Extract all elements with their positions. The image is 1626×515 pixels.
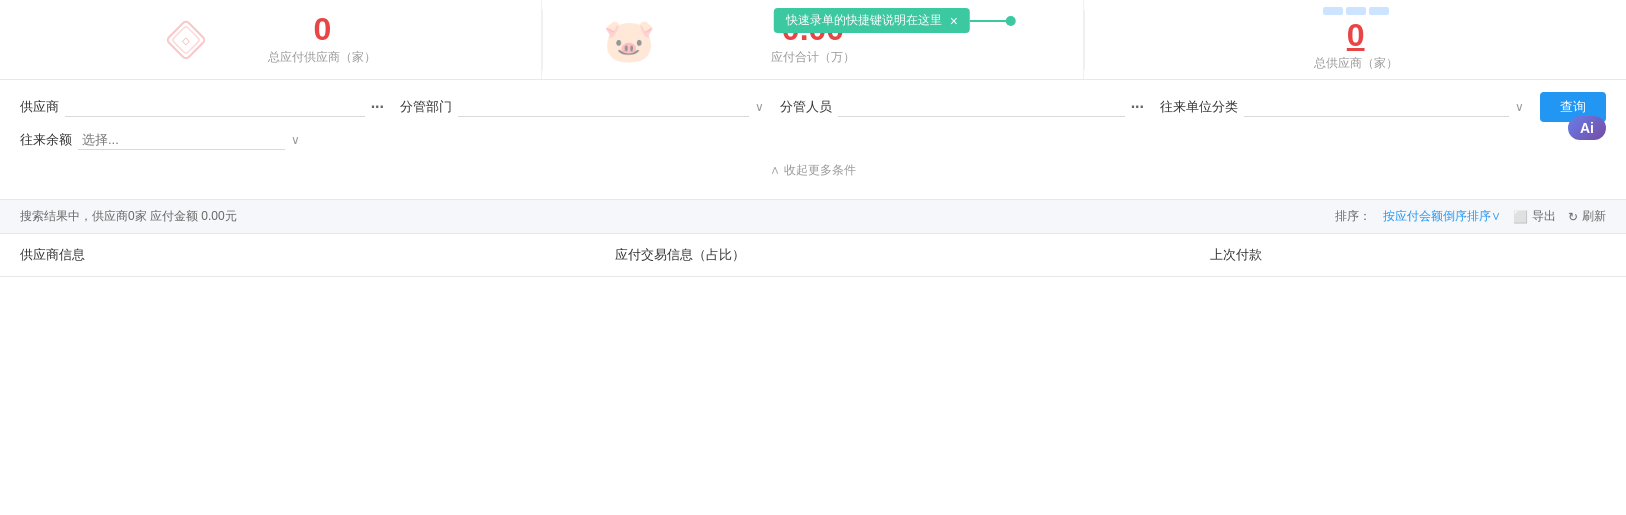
supplier-input[interactable]: [65, 97, 365, 117]
diamond-icon: ◇: [164, 18, 208, 62]
refresh-label: 刷新: [1582, 208, 1606, 225]
sort-label: 排序：: [1335, 208, 1371, 225]
stat-total-suppliers: 0 总供应商（家）: [1085, 0, 1626, 79]
total-payable-suppliers-number: 0: [313, 13, 331, 45]
refresh-icon: ↻: [1568, 210, 1578, 224]
results-info: 搜索结果中，供应商0家 应付金额 0.00元: [20, 208, 237, 225]
ai-badge[interactable]: Ai: [1568, 116, 1606, 140]
placeholder-box-3: [1369, 7, 1389, 15]
table-area: 供应商信息 应付交易信息（占比） 上次付款: [0, 234, 1626, 515]
person-field: 分管人员 ···: [780, 97, 1144, 117]
sort-select[interactable]: 按应付会额倒序排序∨: [1383, 208, 1501, 225]
tooltip-dot: [1006, 16, 1016, 26]
placeholder-box-2: [1346, 7, 1366, 15]
unit-category-label: 往来单位分类: [1160, 98, 1238, 116]
search-row-1: 供应商 ··· 分管部门 ∨ 分管人员 ··· 往来单位分类 ∨ 查询: [20, 92, 1606, 122]
table-body: [0, 277, 1626, 515]
col-supplier-header: 供应商信息: [20, 246, 615, 264]
supplier-dots-btn[interactable]: ···: [371, 98, 384, 116]
unit-category-arrow[interactable]: ∨: [1515, 100, 1524, 114]
unit-category-input[interactable]: [1244, 97, 1509, 117]
svg-text:◇: ◇: [182, 35, 190, 46]
person-dots-btn[interactable]: ···: [1131, 98, 1144, 116]
stats-bar: ◇ 0 总应付供应商（家） 快速录单的快捷键说明在这里 × 🐷 0.00 应付合…: [0, 0, 1626, 80]
department-label: 分管部门: [400, 98, 452, 116]
search-row-2: 往来余额 ∨: [20, 130, 1606, 150]
total-payable-suppliers-label: 总应付供应商（家）: [268, 49, 376, 66]
results-actions: 排序： 按应付会额倒序排序∨ ⬜ 导出 ↻ 刷新: [1335, 208, 1606, 225]
tooltip-close-btn[interactable]: ×: [950, 13, 958, 29]
export-icon: ⬜: [1513, 210, 1528, 224]
collapse-row: ∧ 收起更多条件: [20, 158, 1606, 187]
tooltip-text: 快速录单的快捷键说明在这里: [786, 12, 942, 29]
placeholder-box-1: [1323, 7, 1343, 15]
department-field: 分管部门 ∨: [400, 97, 764, 117]
unit-category-field: 往来单位分类 ∨: [1160, 97, 1524, 117]
balance-label: 往来余额: [20, 131, 72, 149]
search-bar: 供应商 ··· 分管部门 ∨ 分管人员 ··· 往来单位分类 ∨ 查询 往来余额: [0, 80, 1626, 200]
table-header: 供应商信息 应付交易信息（占比） 上次付款: [0, 234, 1626, 277]
export-label: 导出: [1532, 208, 1556, 225]
stat-payable-total: 快速录单的快捷键说明在这里 × 🐷 0.00 应付合计（万）: [543, 0, 1085, 79]
export-button[interactable]: ⬜ 导出: [1513, 208, 1556, 225]
balance-arrow[interactable]: ∨: [291, 133, 300, 147]
tooltip-banner: 快速录单的快捷键说明在这里 ×: [774, 8, 970, 33]
person-input[interactable]: [838, 97, 1125, 117]
results-bar: 搜索结果中，供应商0家 应付金额 0.00元 排序： 按应付会额倒序排序∨ ⬜ …: [0, 200, 1626, 234]
supplier-label: 供应商: [20, 98, 59, 116]
supplier-field: 供应商 ···: [20, 97, 384, 117]
total-suppliers-label: 总供应商（家）: [1314, 55, 1398, 72]
balance-field: 往来余额 ∨: [20, 130, 300, 150]
stat-total-payable-suppliers: ◇ 0 总应付供应商（家）: [0, 0, 542, 79]
total-suppliers-number: 0: [1347, 19, 1365, 51]
col-transaction-header: 应付交易信息（占比）: [615, 246, 1210, 264]
refresh-button[interactable]: ↻ 刷新: [1568, 208, 1606, 225]
piggy-icon: 🐷: [603, 15, 655, 64]
balance-input[interactable]: [78, 130, 285, 150]
col-last-payment-header: 上次付款: [1210, 246, 1607, 264]
payable-total-label: 应付合计（万）: [771, 49, 855, 66]
department-input[interactable]: [458, 97, 749, 117]
collapse-button[interactable]: ∧ 收起更多条件: [770, 162, 855, 179]
person-label: 分管人员: [780, 98, 832, 116]
department-arrow[interactable]: ∨: [755, 100, 764, 114]
